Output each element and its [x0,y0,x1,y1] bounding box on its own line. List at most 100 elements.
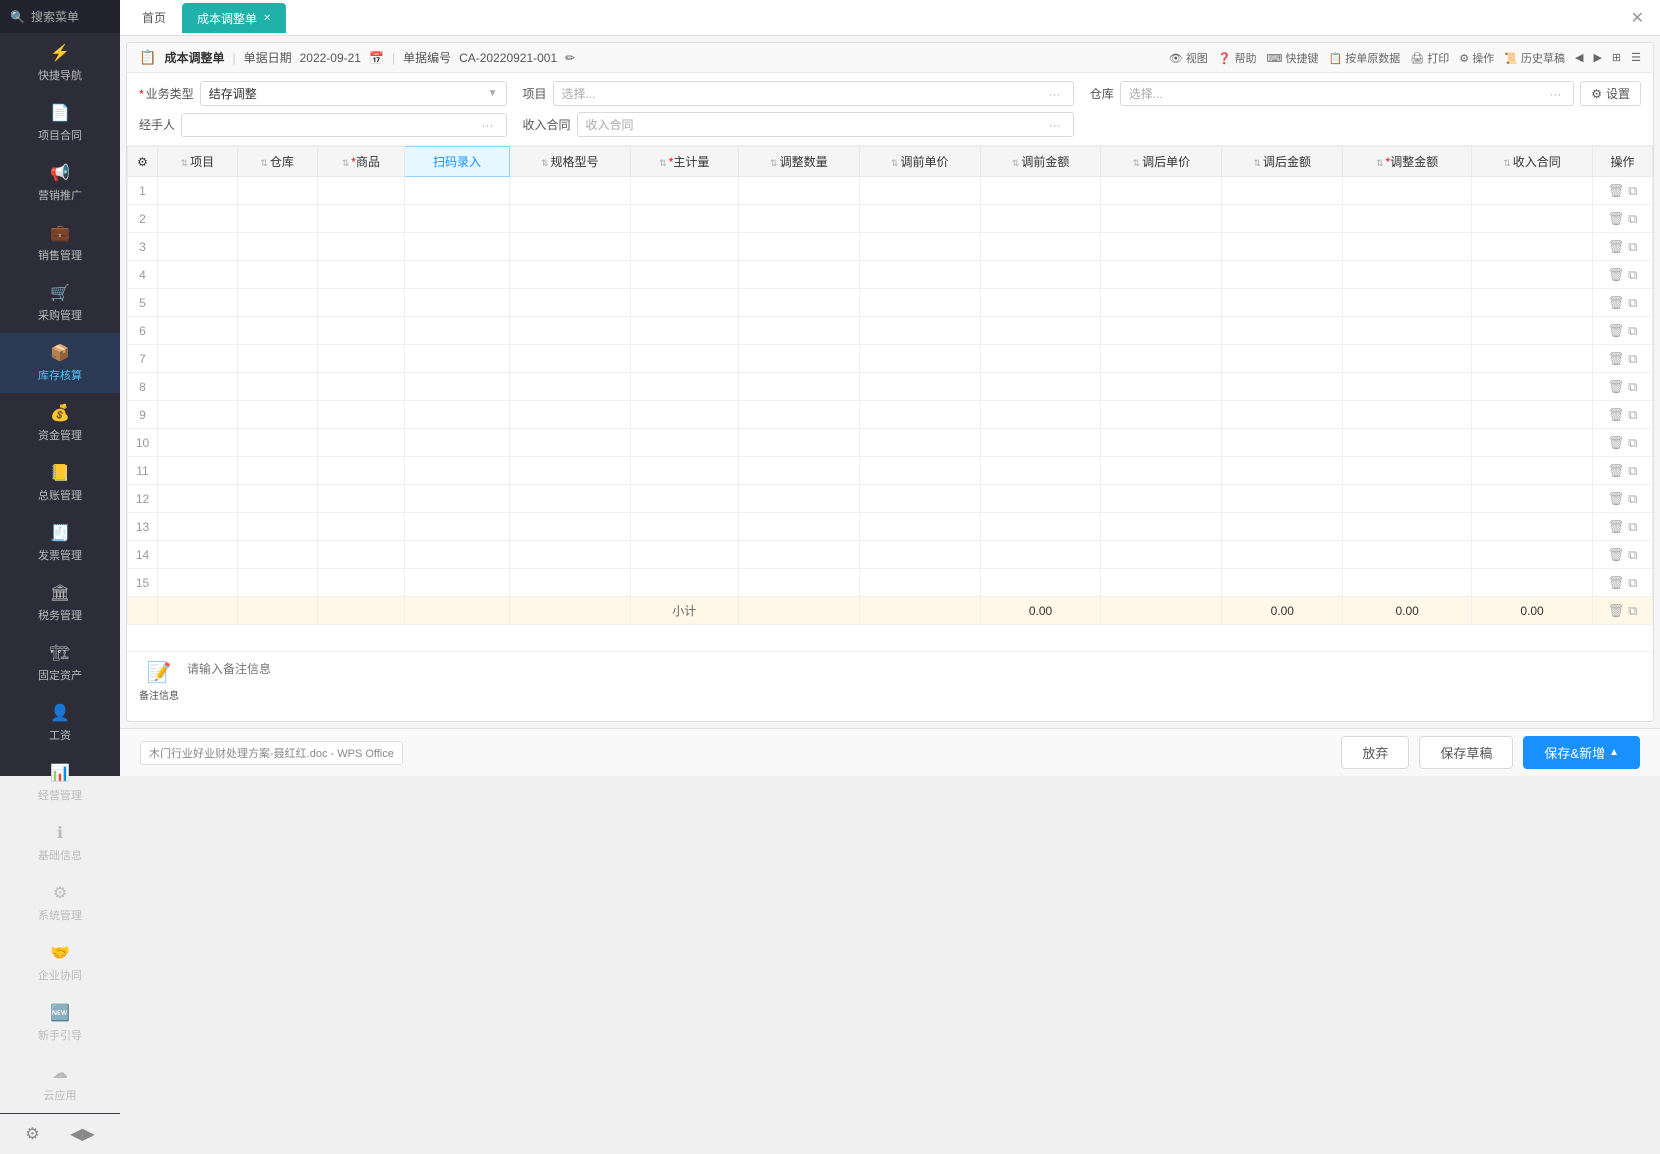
toolbar-shortcut-btn[interactable]: ⌨ 快捷键 [1267,50,1319,66]
delete-row-icon[interactable]: 🗑 [1608,463,1625,479]
table-cell[interactable] [317,541,405,569]
sidebar-item-fund-mgmt[interactable]: 💰 资金管理 [0,393,120,453]
table-cell[interactable] [317,317,405,345]
table-cell[interactable] [158,289,238,317]
table-cell[interactable] [738,261,859,289]
delete-row-icon[interactable]: 🗑 [1608,575,1625,591]
table-cell[interactable] [1343,457,1472,485]
table-cell[interactable] [158,541,238,569]
table-cell[interactable] [980,541,1101,569]
sidebar-item-sales-promo[interactable]: 📢 营销推广 [0,153,120,213]
table-cell[interactable] [1222,289,1343,317]
copy-row-icon[interactable]: ⧉ [1628,519,1637,535]
table-cell[interactable] [1222,345,1343,373]
notes-input[interactable] [187,660,1641,700]
table-cell[interactable] [1343,233,1472,261]
delete-row-icon[interactable]: 🗑 [1608,407,1625,423]
table-cell[interactable] [859,401,980,429]
handler-expand-icon[interactable]: ··· [478,118,498,132]
toolbar-operation-btn[interactable]: ⚙ 操作 [1459,50,1494,66]
table-cell[interactable] [859,485,980,513]
tab-home[interactable]: 首页 [128,3,180,32]
table-cell[interactable] [1472,485,1593,513]
save-new-button[interactable]: 保存&新增 ▲ [1523,736,1640,769]
table-cell[interactable] [509,345,630,373]
table-cell[interactable] [738,457,859,485]
total-copy-icon[interactable]: ⧉ [1628,603,1637,619]
project-expand-icon[interactable]: ··· [1045,87,1065,101]
table-cell[interactable] [405,401,510,429]
delete-row-icon[interactable]: 🗑 [1608,435,1625,451]
table-cell[interactable] [1343,569,1472,597]
table-cell[interactable] [1472,429,1593,457]
table-cell[interactable] [1101,513,1222,541]
table-cell[interactable] [1472,345,1593,373]
table-cell[interactable] [1222,569,1343,597]
toolbar-nav-prev[interactable]: ◀ [1575,51,1583,64]
table-cell[interactable] [237,429,317,457]
table-cell[interactable] [237,177,317,205]
table-cell[interactable] [509,485,630,513]
table-cell[interactable] [980,233,1101,261]
table-cell[interactable] [738,289,859,317]
delete-row-icon[interactable]: 🗑 [1608,267,1625,283]
sidebar-item-purchase-mgmt[interactable]: 🛒 采购管理 [0,273,120,333]
table-cell[interactable] [317,345,405,373]
table-cell[interactable] [630,429,738,457]
table-cell[interactable] [630,261,738,289]
table-cell[interactable] [509,513,630,541]
table-cell[interactable] [509,261,630,289]
table-cell[interactable] [1343,541,1472,569]
table-cell[interactable] [1101,569,1222,597]
table-cell[interactable] [158,429,238,457]
table-cell[interactable] [509,457,630,485]
table-cell[interactable] [237,205,317,233]
table-cell[interactable] [405,513,510,541]
col-scan-input[interactable]: 扫码录入 [405,147,510,177]
table-cell[interactable] [317,401,405,429]
table-cell[interactable] [980,401,1101,429]
sidebar-item-project-contract[interactable]: 📄 项目合同 [0,93,120,153]
sidebar-item-ledger-mgmt[interactable]: 📒 总账管理 [0,453,120,513]
table-cell[interactable] [405,345,510,373]
table-cell[interactable] [738,429,859,457]
table-cell[interactable] [630,205,738,233]
sidebar-item-payroll[interactable]: 👤 工资 [0,693,120,753]
table-cell[interactable] [237,373,317,401]
table-cell[interactable] [738,345,859,373]
copy-row-icon[interactable]: ⧉ [1628,435,1637,451]
copy-row-icon[interactable]: ⧉ [1628,183,1637,199]
table-cell[interactable] [405,233,510,261]
table-cell[interactable] [1101,261,1222,289]
delete-row-icon[interactable]: 🗑 [1608,183,1625,199]
table-cell[interactable] [405,569,510,597]
table-cell[interactable] [1101,373,1222,401]
table-cell[interactable] [1343,345,1472,373]
table-cell[interactable] [158,373,238,401]
table-cell[interactable] [859,429,980,457]
copy-row-icon[interactable]: ⧉ [1628,267,1637,283]
table-cell[interactable] [237,401,317,429]
copy-row-icon[interactable]: ⧉ [1628,323,1637,339]
table-cell[interactable] [1222,513,1343,541]
table-cell[interactable] [859,177,980,205]
settings-button[interactable]: ⚙ 设置 [1580,81,1641,106]
table-cell[interactable] [158,569,238,597]
table-cell[interactable] [237,261,317,289]
table-cell[interactable] [738,541,859,569]
table-cell[interactable] [859,373,980,401]
table-cell[interactable] [738,569,859,597]
tab-close-icon[interactable]: ✕ [263,13,271,24]
table-cell[interactable] [1101,541,1222,569]
table-cell[interactable] [1101,317,1222,345]
table-cell[interactable] [405,177,510,205]
toolbar-history-btn[interactable]: 📜 历史草稿 [1504,50,1565,66]
table-cell[interactable] [317,177,405,205]
table-cell[interactable] [738,177,859,205]
table-cell[interactable] [980,177,1101,205]
table-cell[interactable] [405,261,510,289]
copy-row-icon[interactable]: ⧉ [1628,491,1637,507]
table-cell[interactable] [630,401,738,429]
discard-button[interactable]: 放弃 [1341,736,1409,769]
tab-cost-adjust[interactable]: 成本调整单 ✕ [182,3,286,33]
